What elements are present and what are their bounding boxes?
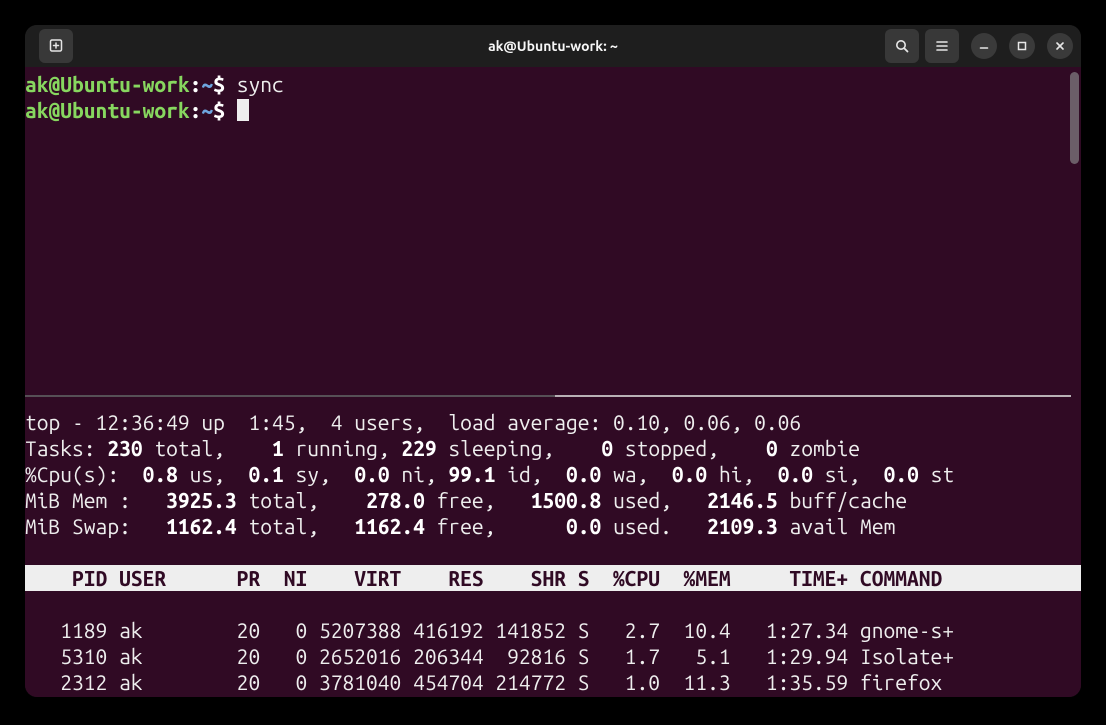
minimize-icon [978, 40, 990, 52]
terminal-cursor [237, 99, 249, 121]
top-columns-header: PID USER PR NI VIRT RES SHR S %CPU %MEM … [25, 565, 1081, 591]
upper-pane[interactable]: ak@Ubuntu-work:~$ sync ak@Ubuntu-work:~$ [25, 67, 1081, 395]
prompt-path: ~ [201, 98, 213, 122]
top-summary-uptime: top - 12:36:49 up 1:45, 4 users, load av… [25, 410, 801, 434]
terminal-window: ak@Ubuntu-work: ~ ak@Ubuntu-work:~$ sync… [25, 25, 1081, 697]
minimize-button[interactable] [971, 33, 997, 59]
prompt-dollar: $ [213, 98, 225, 122]
top-summary-cpu: %Cpu(s): 0.8 us, 0.1 sy, 0.0 ni, 99.1 id… [25, 462, 954, 486]
maximize-button[interactable] [1009, 33, 1035, 59]
top-summary-tasks: Tasks: 230 total, 1 running, 229 sleepin… [25, 436, 860, 460]
prompt-user-host: ak@Ubuntu-work [25, 72, 190, 96]
top-summary-swap: MiB Swap: 1162.4 total, 1162.4 free, 0.0… [25, 514, 895, 538]
hamburger-menu-button[interactable] [925, 29, 959, 63]
top-process-row: 1404 ak 20 0 323688 11976 7200 S 0.3 0.3… [25, 696, 954, 697]
prompt-separator: : [190, 98, 202, 122]
lower-pane-top[interactable]: top - 12:36:49 up 1:45, 4 users, load av… [25, 399, 1081, 697]
top-process-row: 2312 ak 20 0 3781040 454704 214772 S 1.0… [25, 670, 942, 694]
prompt-separator: : [190, 72, 202, 96]
hamburger-icon [934, 38, 950, 54]
search-button[interactable] [885, 29, 919, 63]
maximize-icon [1016, 40, 1028, 52]
top-process-row: 1189 ak 20 0 5207388 416192 141852 S 2.7… [25, 618, 954, 642]
top-summary-mem: MiB Mem : 3925.3 total, 278.0 free, 1500… [25, 488, 907, 512]
terminal-body[interactable]: ak@Ubuntu-work:~$ sync ak@Ubuntu-work:~$… [25, 67, 1081, 697]
prompt-user-host: ak@Ubuntu-work [25, 98, 190, 122]
close-button[interactable] [1047, 33, 1073, 59]
titlebar: ak@Ubuntu-work: ~ [25, 25, 1081, 67]
new-tab-button[interactable] [39, 29, 73, 63]
close-icon [1054, 40, 1066, 52]
pane-divider[interactable] [25, 395, 1071, 397]
prompt-path: ~ [201, 72, 213, 96]
prompt-dollar: $ [213, 72, 225, 96]
search-icon [894, 38, 910, 54]
top-process-row: 5310 ak 20 0 2652016 206344 92816 S 1.7 … [25, 644, 954, 668]
command-text: sync [237, 72, 284, 96]
